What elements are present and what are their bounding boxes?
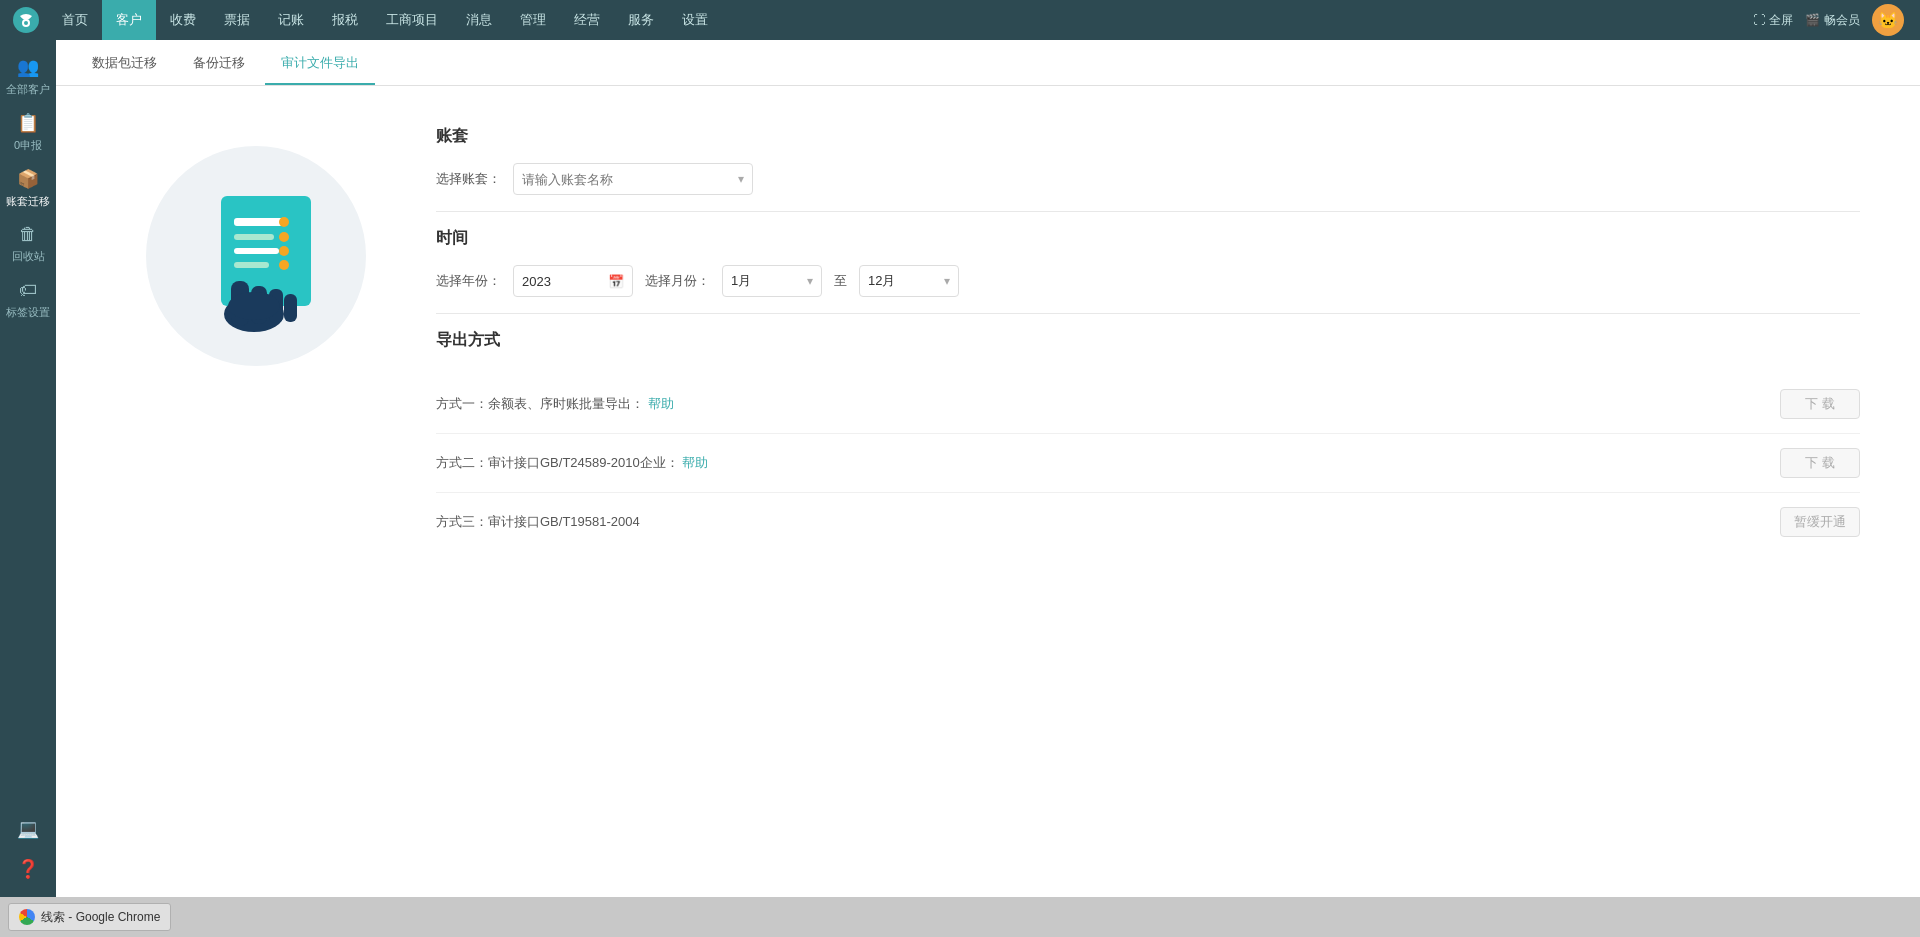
year-value: 2023 bbox=[522, 274, 551, 289]
svg-point-10 bbox=[279, 246, 289, 256]
nav-business[interactable]: 工商项目 bbox=[372, 0, 452, 40]
month-end-select[interactable]: 12月 ▾ bbox=[859, 265, 959, 297]
sidebar-item-migrate[interactable]: 📦 账套迁移 bbox=[0, 160, 56, 216]
tab-data-migrate[interactable]: 数据包迁移 bbox=[76, 43, 173, 85]
time-section-title: 时间 bbox=[436, 228, 1860, 249]
svg-point-17 bbox=[228, 292, 280, 320]
sidebar-item-recycle[interactable]: 🗑 回收站 bbox=[0, 216, 56, 272]
export-method-2-label: 方式二：审计接口GB/T24589-2010企业： bbox=[436, 455, 679, 470]
svg-point-2 bbox=[24, 21, 28, 25]
export-method-1-help[interactable]: 帮助 bbox=[648, 396, 674, 411]
app-logo[interactable] bbox=[8, 2, 44, 38]
member-icon: 🎬 bbox=[1805, 13, 1820, 27]
illustration-svg bbox=[176, 166, 336, 346]
export-method-1-desc: 方式一：余额表、序时账批量导出： 帮助 bbox=[436, 395, 674, 413]
nav-items: 首页 客户 收费 票据 记账 报税 工商项目 消息 管理 经营 服务 设置 bbox=[48, 0, 1753, 40]
taskbar: 线索 - Google Chrome bbox=[0, 897, 1920, 937]
sidebar-bottom: 💻 ❓ bbox=[12, 813, 44, 897]
sidebar-item-tag-settings[interactable]: 🏷 标签设置 bbox=[0, 272, 56, 328]
svg-point-9 bbox=[279, 232, 289, 242]
account-row: 选择账套： ▾ bbox=[436, 163, 1860, 195]
sidebar-bottom-icon-2[interactable]: ❓ bbox=[12, 853, 44, 885]
nav-bookkeeping[interactable]: 记账 bbox=[264, 0, 318, 40]
account-section-title: 账套 bbox=[436, 126, 1860, 147]
nav-home[interactable]: 首页 bbox=[48, 0, 102, 40]
tag-icon: 🏷 bbox=[19, 280, 37, 301]
top-nav: 首页 客户 收费 票据 记账 报税 工商项目 消息 管理 经营 服务 设置 ⛶ … bbox=[0, 0, 1920, 40]
tab-audit-export[interactable]: 审计文件导出 bbox=[265, 43, 375, 85]
illustration-circle bbox=[146, 146, 366, 366]
sidebar-bottom-icon-1[interactable]: 💻 bbox=[12, 813, 44, 845]
main-layout: 👥 全部客户 📋 0申报 📦 账套迁移 🗑 回收站 🏷 标签设置 💻 ❓ 数据包… bbox=[0, 40, 1920, 897]
migrate-icon: 📦 bbox=[17, 168, 39, 190]
nav-manage[interactable]: 管理 bbox=[506, 0, 560, 40]
nav-service[interactable]: 服务 bbox=[614, 0, 668, 40]
month-end-value: 12月 bbox=[868, 272, 895, 290]
taskbar-label: 线索 - Google Chrome bbox=[41, 909, 160, 926]
nav-settings[interactable]: 设置 bbox=[668, 0, 722, 40]
clients-icon: 👥 bbox=[17, 56, 39, 78]
sidebar: 👥 全部客户 📋 0申报 📦 账套迁移 🗑 回收站 🏷 标签设置 💻 ❓ bbox=[0, 40, 56, 897]
svg-rect-6 bbox=[234, 248, 279, 254]
export-method-2-help[interactable]: 帮助 bbox=[682, 455, 708, 470]
temp-button[interactable]: 暂缓开通 bbox=[1780, 507, 1860, 537]
svg-rect-7 bbox=[234, 262, 269, 268]
account-label: 选择账套： bbox=[436, 170, 501, 188]
month-start-value: 1月 bbox=[731, 272, 751, 290]
download-button-2[interactable]: 下 载 bbox=[1780, 448, 1860, 478]
export-method-1: 方式一：余额表、序时账批量导出： 帮助 下 载 bbox=[436, 375, 1860, 434]
nav-client[interactable]: 客户 bbox=[102, 0, 156, 40]
month-start-chevron-icon: ▾ bbox=[807, 274, 813, 288]
sidebar-item-all-clients[interactable]: 👥 全部客户 bbox=[0, 48, 56, 104]
export-method-3: 方式三：审计接口GB/T19581-2004 暂缓开通 bbox=[436, 493, 1860, 551]
export-method-2-desc: 方式二：审计接口GB/T24589-2010企业： 帮助 bbox=[436, 454, 708, 472]
content-area: 数据包迁移 备份迁移 审计文件导出 bbox=[56, 40, 1920, 897]
svg-point-8 bbox=[279, 217, 289, 227]
export-method-2: 方式二：审计接口GB/T24589-2010企业： 帮助 下 载 bbox=[436, 434, 1860, 493]
taskbar-chrome-item[interactable]: 线索 - Google Chrome bbox=[8, 903, 171, 931]
nav-message[interactable]: 消息 bbox=[452, 0, 506, 40]
month-start-select[interactable]: 1月 ▾ bbox=[722, 265, 822, 297]
svg-rect-5 bbox=[234, 234, 274, 240]
svg-rect-16 bbox=[284, 294, 297, 322]
download-button-1[interactable]: 下 载 bbox=[1780, 389, 1860, 419]
chrome-icon bbox=[19, 909, 35, 925]
svg-rect-4 bbox=[234, 218, 284, 226]
nav-right: ⛶ 全屏 🎬 畅会员 🐱 bbox=[1753, 4, 1920, 36]
month-end-chevron-icon: ▾ bbox=[944, 274, 950, 288]
illustration-area bbox=[116, 126, 396, 857]
sidebar-item-zero-declare[interactable]: 📋 0申报 bbox=[0, 104, 56, 160]
separator: 至 bbox=[834, 272, 847, 290]
nav-fee[interactable]: 收费 bbox=[156, 0, 210, 40]
tab-bar: 数据包迁移 备份迁移 审计文件导出 bbox=[56, 40, 1920, 86]
export-section: 方式一：余额表、序时账批量导出： 帮助 下 载 方式二：审计接口GB/T2458… bbox=[436, 375, 1860, 551]
divider-2 bbox=[436, 313, 1860, 314]
nav-invoice[interactable]: 票据 bbox=[210, 0, 264, 40]
export-method-3-label: 方式三：审计接口GB/T19581-2004 bbox=[436, 514, 640, 529]
year-label: 选择年份： bbox=[436, 272, 501, 290]
tab-backup-migrate[interactable]: 备份迁移 bbox=[177, 43, 261, 85]
svg-point-11 bbox=[279, 260, 289, 270]
account-input[interactable] bbox=[522, 172, 738, 187]
account-select[interactable]: ▾ bbox=[513, 163, 753, 195]
recycle-icon: 🗑 bbox=[19, 224, 37, 245]
declare-icon: 📋 bbox=[17, 112, 39, 134]
divider-1 bbox=[436, 211, 1860, 212]
form-area: 账套 选择账套： ▾ 时间 选择年份： 2023 📅 bbox=[396, 126, 1860, 857]
month-label: 选择月份： bbox=[645, 272, 710, 290]
export-method-3-desc: 方式三：审计接口GB/T19581-2004 bbox=[436, 513, 640, 531]
time-row: 选择年份： 2023 📅 选择月份： 1月 ▾ 至 12月 ▾ bbox=[436, 265, 1860, 297]
nav-tax[interactable]: 报税 bbox=[318, 0, 372, 40]
nav-operation[interactable]: 经营 bbox=[560, 0, 614, 40]
avatar[interactable]: 🐱 bbox=[1872, 4, 1904, 36]
account-chevron-icon: ▾ bbox=[738, 172, 744, 186]
fullscreen-icon: ⛶ bbox=[1753, 13, 1765, 27]
calendar-icon: 📅 bbox=[608, 274, 624, 289]
export-section-title: 导出方式 bbox=[436, 330, 1860, 351]
export-method-1-label: 方式一：余额表、序时账批量导出： bbox=[436, 396, 644, 411]
page-content: 账套 选择账套： ▾ 时间 选择年份： 2023 📅 bbox=[56, 86, 1920, 897]
year-input[interactable]: 2023 📅 bbox=[513, 265, 633, 297]
fullscreen-button[interactable]: ⛶ 全屏 bbox=[1753, 12, 1793, 29]
member-button[interactable]: 🎬 畅会员 bbox=[1805, 12, 1860, 29]
